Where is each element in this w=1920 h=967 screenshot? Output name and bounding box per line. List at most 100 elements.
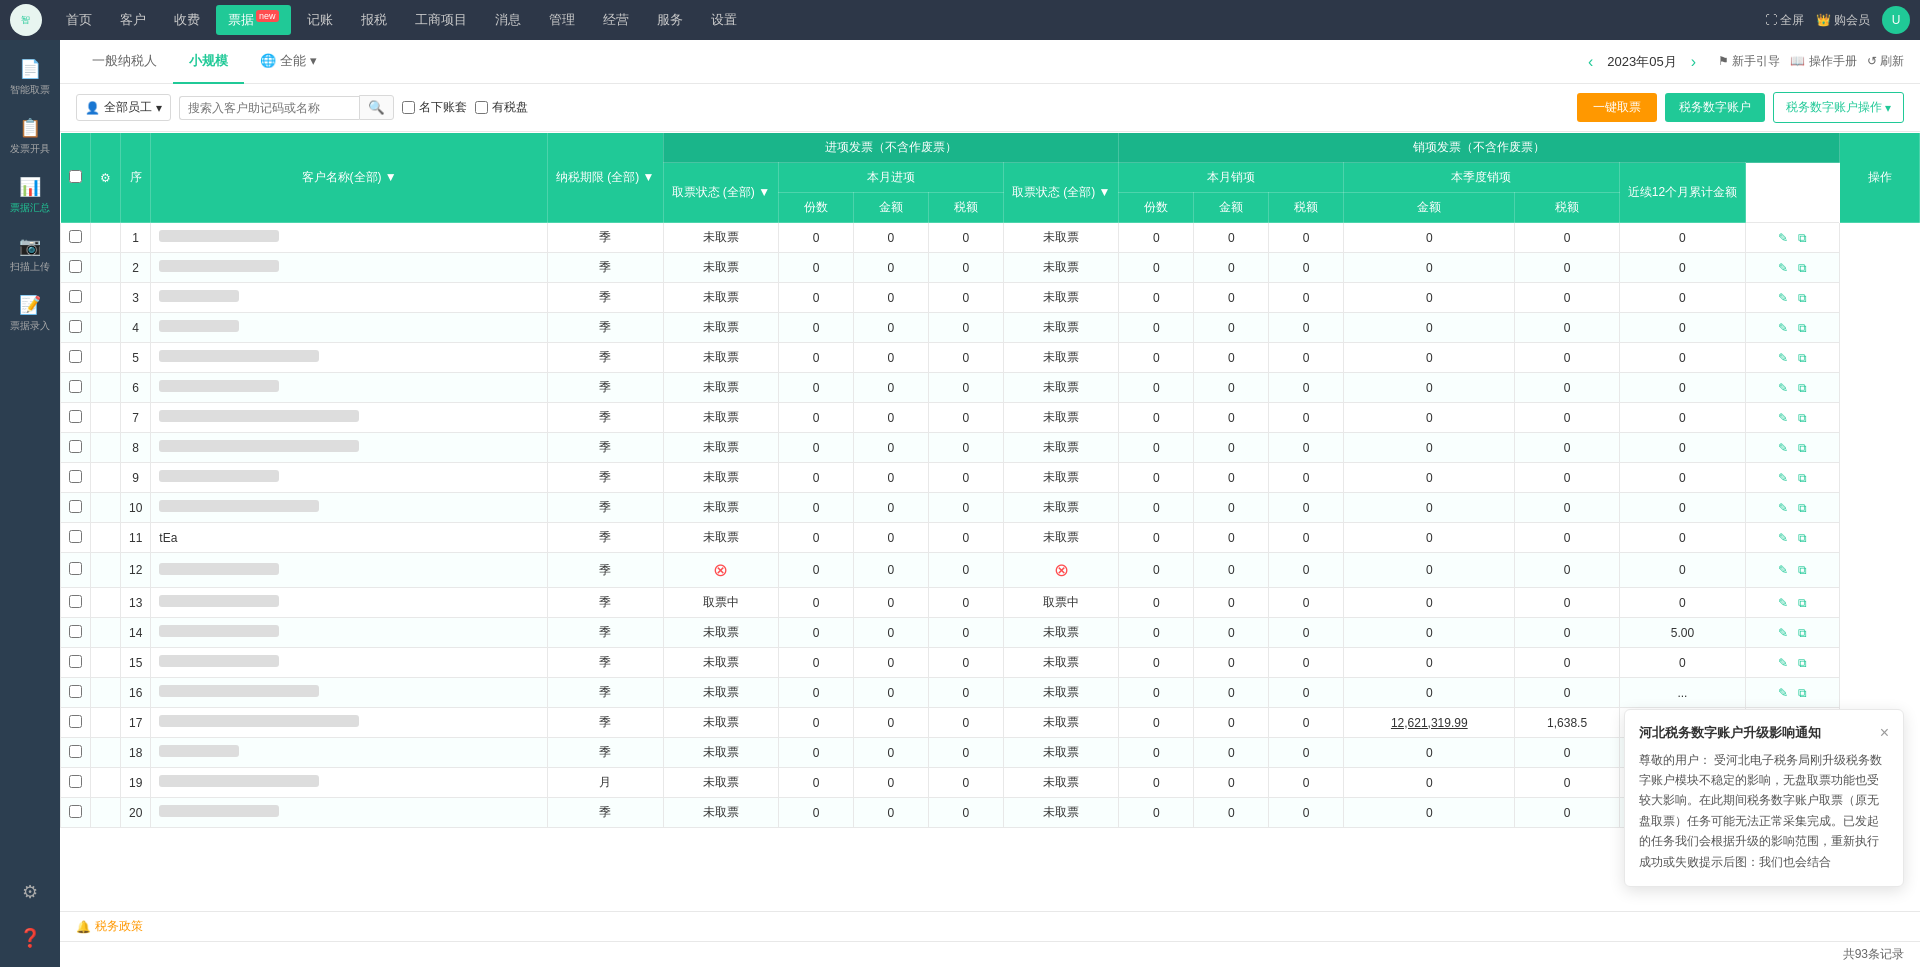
edit-icon[interactable]: ✎ [1778, 411, 1788, 425]
digital-ops-btn[interactable]: 税务数字账户操作 ▾ [1773, 92, 1904, 123]
nav-message[interactable]: 消息 [483, 5, 533, 35]
sidebar-item-help[interactable]: ❓ [0, 919, 60, 957]
client-name-blur [159, 745, 239, 757]
edit-icon[interactable]: ✎ [1778, 656, 1788, 670]
fetch-all-btn[interactable]: 一键取票 [1577, 93, 1657, 122]
edit-icon[interactable]: ✎ [1778, 596, 1788, 610]
row-checkbox[interactable] [69, 625, 82, 638]
tab-small-scale[interactable]: 小规模 [173, 40, 244, 84]
tax-disk-checkbox-input[interactable] [475, 101, 488, 114]
nav-billing[interactable]: 收费 [162, 5, 212, 35]
sidebar-item-invoice-summary[interactable]: 📊 票据汇总 [0, 168, 60, 223]
popup-close-btn[interactable]: × [1880, 724, 1889, 742]
refresh-btn[interactable]: ↺ 刷新 [1867, 53, 1904, 70]
row-checkbox[interactable] [69, 562, 82, 575]
guide-btn[interactable]: ⚑ 新手引导 [1718, 53, 1780, 70]
row-checkbox[interactable] [69, 530, 82, 543]
copy-icon[interactable]: ⧉ [1798, 626, 1807, 640]
row-client-name [151, 708, 548, 738]
edit-icon[interactable]: ✎ [1778, 261, 1788, 275]
tab-all-capable[interactable]: 🌐 全能 ▾ [244, 40, 333, 84]
prev-month-btn[interactable]: ‹ [1582, 51, 1599, 73]
nav-tax[interactable]: 报税 [349, 5, 399, 35]
row-checkbox[interactable] [69, 745, 82, 758]
edit-icon[interactable]: ✎ [1778, 321, 1788, 335]
table-row: 11 tEa 季 未取票 0 0 0 未取票 0 0 0 0 0 0 ✎ ⧉ [61, 523, 1920, 553]
edit-icon[interactable]: ✎ [1778, 231, 1788, 245]
select-all-checkbox[interactable] [69, 170, 82, 183]
sidebar-item-invoice-open[interactable]: 📋 发票开具 [0, 109, 60, 164]
edit-icon[interactable]: ✎ [1778, 351, 1788, 365]
digital-account-btn[interactable]: 税务数字账户 [1665, 93, 1765, 122]
statement-checkbox-input[interactable] [402, 101, 415, 114]
nav-accounting[interactable]: 记账 [295, 5, 345, 35]
row-checkbox[interactable] [69, 595, 82, 608]
row-checkbox[interactable] [69, 655, 82, 668]
edit-icon[interactable]: ✎ [1778, 531, 1788, 545]
edit-icon[interactable]: ✎ [1778, 501, 1788, 515]
copy-icon[interactable]: ⧉ [1798, 656, 1807, 670]
copy-icon[interactable]: ⧉ [1798, 291, 1807, 305]
nav-client[interactable]: 客户 [108, 5, 158, 35]
row-s-tax: 0 [1269, 283, 1344, 313]
copy-icon[interactable]: ⧉ [1798, 351, 1807, 365]
copy-icon[interactable]: ⧉ [1798, 381, 1807, 395]
edit-icon[interactable]: ✎ [1778, 441, 1788, 455]
sidebar-item-settings[interactable]: ⚙ [0, 873, 60, 911]
row-checkbox[interactable] [69, 470, 82, 483]
next-month-btn[interactable]: › [1685, 51, 1702, 73]
fullscreen-btn[interactable]: ⛶ 全屏 [1765, 12, 1804, 29]
nav-admin[interactable]: 管理 [537, 5, 587, 35]
edit-icon[interactable]: ✎ [1778, 471, 1788, 485]
sidebar-item-scan-upload[interactable]: 📷 扫描上传 [0, 227, 60, 282]
manual-btn[interactable]: 📖 操作手册 [1790, 53, 1856, 70]
copy-icon[interactable]: ⧉ [1798, 441, 1807, 455]
row-checkbox[interactable] [69, 230, 82, 243]
edit-icon[interactable]: ✎ [1778, 381, 1788, 395]
copy-icon[interactable]: ⧉ [1798, 501, 1807, 515]
copy-icon[interactable]: ⧉ [1798, 261, 1807, 275]
statement-checkbox[interactable]: 名下账套 [402, 99, 467, 116]
nav-service[interactable]: 服务 [645, 5, 695, 35]
nav-operations[interactable]: 经营 [591, 5, 641, 35]
edit-icon[interactable]: ✎ [1778, 563, 1788, 577]
row-p-amount: 0 [853, 493, 928, 523]
copy-icon[interactable]: ⧉ [1798, 686, 1807, 700]
copy-icon[interactable]: ⧉ [1798, 321, 1807, 335]
row-checkbox[interactable] [69, 775, 82, 788]
nav-invoice[interactable]: 票据new [216, 5, 291, 35]
employee-select[interactable]: 👤 全部员工 ▾ [76, 94, 171, 121]
copy-icon[interactable]: ⧉ [1798, 411, 1807, 425]
edit-icon[interactable]: ✎ [1778, 291, 1788, 305]
tax-disk-checkbox[interactable]: 有税盘 [475, 99, 528, 116]
sidebar-item-invoice-entry[interactable]: 📝 票据录入 [0, 286, 60, 341]
nav-home[interactable]: 首页 [54, 5, 104, 35]
copy-icon[interactable]: ⧉ [1798, 471, 1807, 485]
row-checkbox[interactable] [69, 260, 82, 273]
row-checkbox[interactable] [69, 440, 82, 453]
member-btn[interactable]: 👑 购会员 [1816, 12, 1870, 29]
copy-icon[interactable]: ⧉ [1798, 563, 1807, 577]
copy-icon[interactable]: ⧉ [1798, 231, 1807, 245]
nav-commerce[interactable]: 工商项目 [403, 5, 479, 35]
row-checkbox[interactable] [69, 290, 82, 303]
row-checkbox[interactable] [69, 350, 82, 363]
row-checkbox[interactable] [69, 500, 82, 513]
tab-general-taxpayer[interactable]: 一般纳税人 [76, 40, 173, 84]
copy-icon[interactable]: ⧉ [1798, 531, 1807, 545]
copy-icon[interactable]: ⧉ [1798, 596, 1807, 610]
row-checkbox[interactable] [69, 320, 82, 333]
search-button[interactable]: 🔍 [359, 95, 394, 120]
row-checkbox[interactable] [69, 715, 82, 728]
sidebar-item-smart-fetch[interactable]: 📄 智能取票 [0, 50, 60, 105]
tax-policy-link[interactable]: 税务政策 [95, 918, 143, 935]
user-avatar[interactable]: U [1882, 6, 1910, 34]
row-checkbox[interactable] [69, 805, 82, 818]
row-checkbox[interactable] [69, 685, 82, 698]
edit-icon[interactable]: ✎ [1778, 626, 1788, 640]
search-input[interactable] [179, 96, 359, 120]
row-checkbox[interactable] [69, 380, 82, 393]
nav-settings[interactable]: 设置 [699, 5, 749, 35]
edit-icon[interactable]: ✎ [1778, 686, 1788, 700]
row-checkbox[interactable] [69, 410, 82, 423]
